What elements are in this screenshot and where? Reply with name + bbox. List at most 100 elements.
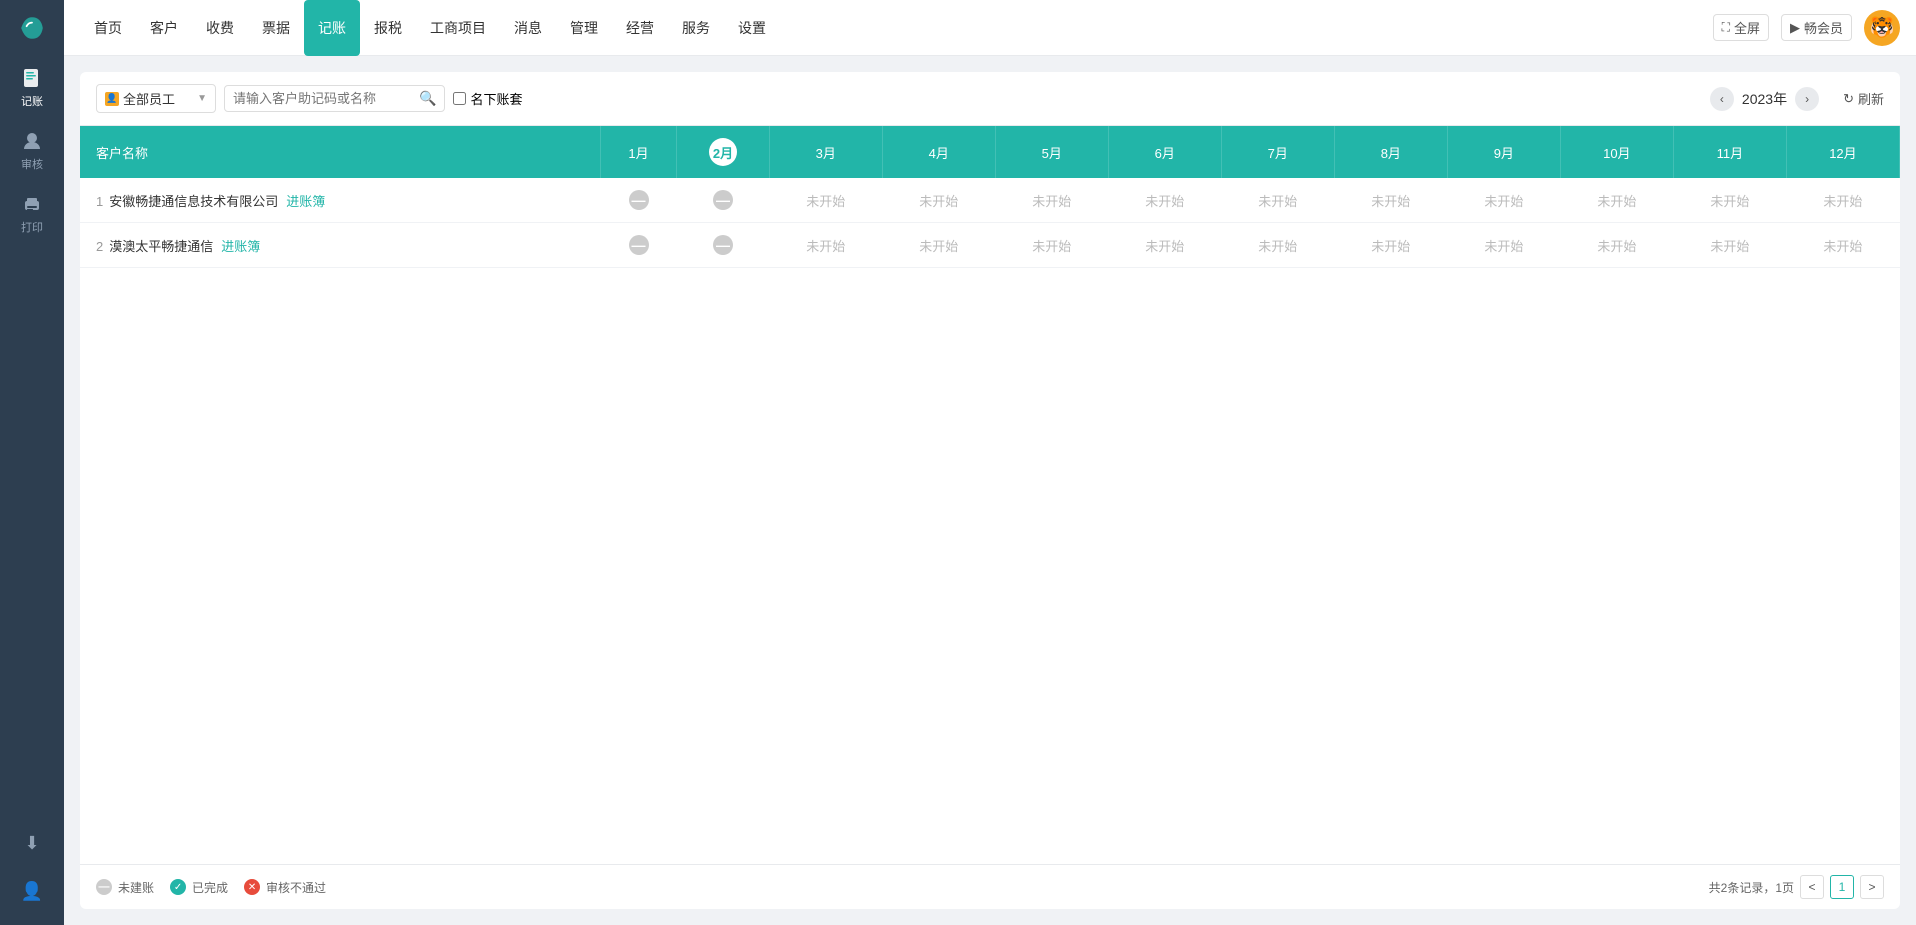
- sidebar: 记账 审核 打印 ⬇ 👤: [0, 0, 64, 925]
- dayin-icon: [20, 192, 44, 216]
- cell-m11-1: 未开始: [1673, 223, 1786, 268]
- main-area: 首页 客户 收费 票据 记账 报税 工商项目 消息 管理 经营 服务 设置 ⛶ …: [64, 0, 1916, 925]
- status-not-started: 未开始: [919, 239, 958, 254]
- col-m10: 10月: [1560, 126, 1673, 178]
- status-not-started: 未开始: [1597, 194, 1636, 209]
- footer: — 未建账 ✓ 已完成 ✕ 审核不通过 共2条记录，1: [80, 864, 1900, 909]
- sidebar-item-shenhe[interactable]: 审核: [0, 119, 64, 182]
- legend-completed: ✓ 已完成: [170, 879, 228, 896]
- page-current[interactable]: 1: [1830, 875, 1854, 899]
- sidebar-item-download[interactable]: ⬇: [0, 821, 64, 865]
- cell-name-1: 2漠澳太平畅捷通信进账簿: [80, 223, 600, 268]
- nav-customer[interactable]: 客户: [136, 0, 192, 56]
- status-not-started: 未开始: [1032, 194, 1071, 209]
- cell-m1-0: —: [600, 178, 676, 223]
- cell-m12-0: 未开始: [1786, 178, 1899, 223]
- status-dash-icon: —: [713, 235, 733, 255]
- nav-baoshui[interactable]: 报税: [360, 0, 416, 56]
- legend-red-icon: ✕: [244, 879, 260, 895]
- fullscreen-label: 全屏: [1734, 18, 1760, 37]
- legend-teal-icon: ✓: [170, 879, 186, 895]
- mingxia-label: 名下账套: [470, 89, 522, 108]
- table-row: 2漠澳太平畅捷通信进账簿——未开始未开始未开始未开始未开始未开始未开始未开始未开…: [80, 223, 1900, 268]
- nav-xiaoxi[interactable]: 消息: [500, 0, 556, 56]
- main-table: 客户名称 1月 2月 3月 4月 5月 6月 7月 8月 9月 10月 11月: [80, 126, 1900, 268]
- year-next-button[interactable]: ›: [1795, 87, 1819, 111]
- shenhe-icon: [20, 129, 44, 153]
- col-m6: 6月: [1108, 126, 1221, 178]
- table-wrap: 客户名称 1月 2月 3月 4月 5月 6月 7月 8月 9月 10月 11月: [80, 126, 1900, 864]
- cell-m6-1: 未开始: [1108, 223, 1221, 268]
- status-not-started: 未开始: [1823, 194, 1862, 209]
- cell-m2-1: —: [677, 223, 769, 268]
- active-month-badge: 2月: [709, 138, 737, 166]
- cell-m3-0: 未开始: [769, 178, 882, 223]
- sidebar-item-dayin-label: 打印: [21, 219, 43, 235]
- cell-m12-1: 未开始: [1786, 223, 1899, 268]
- table-body: 1安徽畅捷通信息技术有限公司进账簿——未开始未开始未开始未开始未开始未开始未开始…: [80, 178, 1900, 268]
- nav-guanli[interactable]: 管理: [556, 0, 612, 56]
- status-not-started: 未开始: [1484, 194, 1523, 209]
- nav-piaoju[interactable]: 票据: [248, 0, 304, 56]
- cell-m8-0: 未开始: [1334, 178, 1447, 223]
- row-num: 1: [96, 194, 103, 209]
- toolbar: 👤 全部员工 ▼ 🔍 名下账套 ‹ 2023年: [80, 72, 1900, 126]
- status-not-started: 未开始: [1710, 194, 1749, 209]
- legend-completed-label: 已完成: [192, 879, 228, 896]
- search-icon[interactable]: 🔍: [419, 90, 436, 107]
- col-name: 客户名称: [80, 126, 600, 178]
- page-prev-button[interactable]: <: [1800, 875, 1824, 899]
- status-not-started: 未开始: [1258, 239, 1297, 254]
- sidebar-item-jizhang[interactable]: 记账: [0, 56, 64, 119]
- year-prev-button[interactable]: ‹: [1710, 87, 1734, 111]
- avatar[interactable]: 🐯: [1864, 10, 1900, 46]
- nav-shezhi[interactable]: 设置: [724, 0, 780, 56]
- mingxia-checkbox[interactable]: [453, 92, 466, 105]
- app-logo: [0, 0, 64, 56]
- sidebar-item-dayin[interactable]: 打印: [0, 182, 64, 245]
- status-not-started: 未开始: [806, 194, 845, 209]
- status-not-started: 未开始: [1032, 239, 1071, 254]
- pagination: 共2条记录，1页 < 1 >: [1709, 875, 1884, 899]
- vip-button[interactable]: ▶ 畅会员: [1781, 14, 1852, 41]
- fullscreen-icon: ⛶: [1722, 20, 1730, 35]
- enter-link[interactable]: 进账簿: [286, 194, 325, 209]
- nav-jingying[interactable]: 经营: [612, 0, 668, 56]
- sidebar-item-user[interactable]: 👤: [0, 869, 64, 913]
- enter-link[interactable]: 进账簿: [221, 239, 260, 254]
- col-m1: 1月: [600, 126, 676, 178]
- cell-m5-1: 未开始: [995, 223, 1108, 268]
- user-icon: 👤: [20, 879, 44, 903]
- col-m8: 8月: [1334, 126, 1447, 178]
- nav-fuwu[interactable]: 服务: [668, 0, 724, 56]
- avatar-icon: 🐯: [1870, 15, 1895, 40]
- search-input[interactable]: [233, 91, 413, 106]
- nav-jizhang[interactable]: 记账: [304, 0, 360, 56]
- chevron-right-icon: ›: [1805, 92, 1809, 106]
- nav-shoufei[interactable]: 收费: [192, 0, 248, 56]
- col-m7: 7月: [1221, 126, 1334, 178]
- cell-m1-1: —: [600, 223, 676, 268]
- col-m4: 4月: [882, 126, 995, 178]
- cell-m10-1: 未开始: [1560, 223, 1673, 268]
- fullscreen-button[interactable]: ⛶ 全屏: [1713, 14, 1769, 41]
- page-next-button[interactable]: >: [1860, 875, 1884, 899]
- nav-gongshang[interactable]: 工商项目: [416, 0, 500, 56]
- cell-m4-0: 未开始: [882, 178, 995, 223]
- col-m12: 12月: [1786, 126, 1899, 178]
- col-m2: 2月: [677, 126, 769, 178]
- refresh-button[interactable]: ↻ 刷新: [1843, 89, 1884, 108]
- cell-m2-0: —: [677, 178, 769, 223]
- col-m11: 11月: [1673, 126, 1786, 178]
- nav-home[interactable]: 首页: [80, 0, 136, 56]
- dropdown-arrow-icon: ▼: [197, 93, 207, 104]
- status-not-started: 未开始: [806, 239, 845, 254]
- employee-select[interactable]: 👤 全部员工 ▼: [96, 84, 216, 113]
- status-dash-icon: —: [629, 190, 649, 210]
- status-dash-icon: —: [713, 190, 733, 210]
- table-row: 1安徽畅捷通信息技术有限公司进账簿——未开始未开始未开始未开始未开始未开始未开始…: [80, 178, 1900, 223]
- mingxia-checkbox-label[interactable]: 名下账套: [453, 89, 522, 108]
- status-not-started: 未开始: [1823, 239, 1862, 254]
- cell-m10-0: 未开始: [1560, 178, 1673, 223]
- employee-select-label: 全部员工: [123, 89, 175, 108]
